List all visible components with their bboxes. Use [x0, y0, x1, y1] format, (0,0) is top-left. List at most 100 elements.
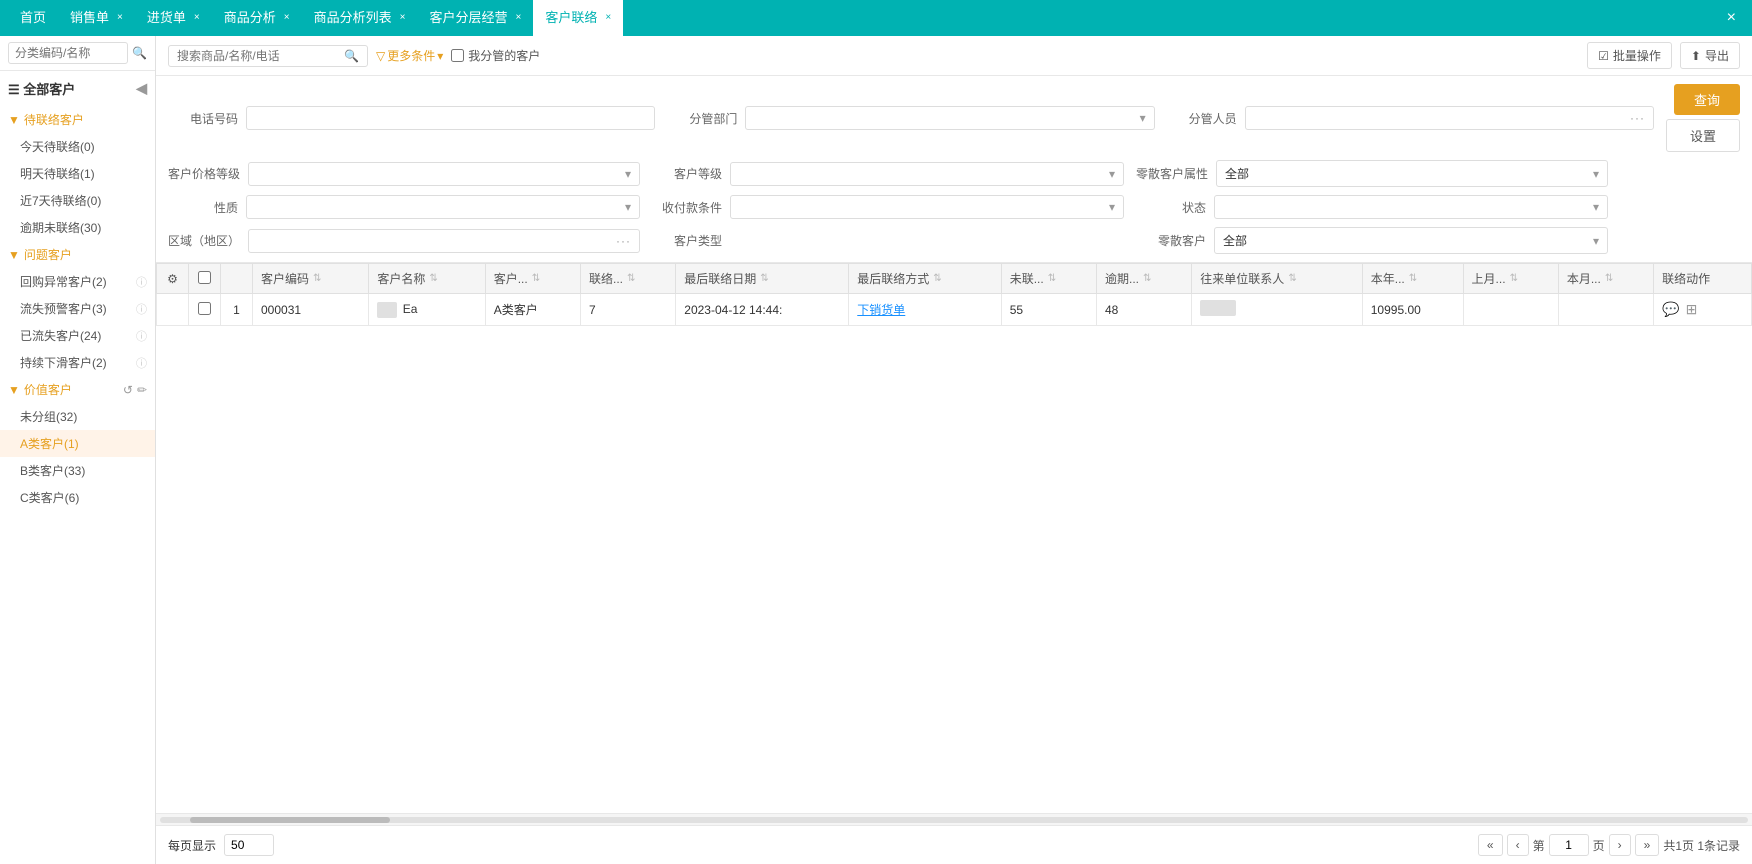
- table-settings-icon[interactable]: ⚙: [167, 272, 178, 286]
- row-year-amount: 10995.00: [1362, 294, 1463, 326]
- status-arrow-icon: ▾: [1593, 200, 1599, 214]
- cust-type-label: 客户类型: [652, 232, 722, 249]
- sort-contact-icon[interactable]: ⇅: [627, 273, 635, 284]
- close-segment-icon[interactable]: ×: [515, 0, 521, 36]
- sidebar-item-churned[interactable]: 已流失客户(24) ⓘ: [0, 322, 155, 349]
- sort-last-date-icon[interactable]: ⇅: [760, 273, 768, 284]
- close-product-analysis-icon[interactable]: ×: [284, 0, 290, 36]
- search-form: 电话号码 分管部门 ▾ 分管人员 ···: [156, 76, 1752, 263]
- sidebar-item-class-c[interactable]: C类客户(6): [0, 484, 155, 511]
- filter-my-customers[interactable]: 我分管的客户: [451, 47, 540, 64]
- cust-level-select[interactable]: ▾: [730, 162, 1124, 186]
- payment-select[interactable]: ▾: [730, 195, 1124, 219]
- sidebar-item-abnormal[interactable]: 回购异常客户(2) ⓘ: [0, 268, 155, 295]
- grid-action-icon[interactable]: ⊞: [1686, 301, 1698, 318]
- sort-code-icon[interactable]: ⇅: [313, 273, 321, 284]
- sidebar-item-churn-warning[interactable]: 流失预警客户(3) ⓘ: [0, 295, 155, 322]
- row-name: Ea: [369, 294, 485, 326]
- sidebar-section-pending[interactable]: ▼ 待联络客户: [0, 106, 155, 133]
- export-button[interactable]: ⬆ 导出: [1680, 42, 1740, 69]
- sidebar-section-problem[interactable]: ▼ 问题客户: [0, 241, 155, 268]
- info-icon-abnormal: ⓘ: [136, 274, 147, 290]
- nav-purchase[interactable]: 进货单 ×: [135, 0, 212, 36]
- first-page-button[interactable]: «: [1478, 834, 1503, 856]
- nav-product-list[interactable]: 商品分析列表 ×: [302, 0, 418, 36]
- next-page-button[interactable]: ›: [1609, 834, 1631, 856]
- chat-action-icon[interactable]: 💬: [1662, 301, 1679, 318]
- close-sales-icon[interactable]: ×: [117, 0, 123, 36]
- sidebar-search-input[interactable]: [8, 42, 128, 64]
- query-button[interactable]: 查询: [1674, 84, 1740, 115]
- sidebar-collapse-icon[interactable]: ◀: [136, 80, 147, 97]
- row-checkbox[interactable]: [198, 302, 211, 315]
- info-icon-churned: ⓘ: [136, 328, 147, 344]
- sidebar-all-customers[interactable]: ☰ 全部客户 ◀: [0, 71, 155, 106]
- status-label: 状态: [1136, 199, 1206, 216]
- nav-sales[interactable]: 销售单 ×: [58, 0, 135, 36]
- col-name: 客户名称 ⇅: [369, 264, 485, 294]
- nav-product-analysis[interactable]: 商品分析 ×: [212, 0, 302, 36]
- person-dots-icon: ···: [1630, 111, 1645, 125]
- retail-attr-select[interactable]: 全部 ▾: [1216, 160, 1608, 187]
- row-this-month: [1558, 294, 1653, 326]
- sidebar-item-7days[interactable]: 近7天待联络(0): [0, 187, 155, 214]
- sidebar-item-class-a[interactable]: A类客户(1): [0, 430, 155, 457]
- window-close-button[interactable]: ×: [1719, 9, 1744, 27]
- sidebar-item-declining[interactable]: 持续下滑客户(2) ⓘ: [0, 349, 155, 376]
- total-label: 共1页 1条记录: [1663, 837, 1740, 854]
- sidebar-item-today[interactable]: 今天待联络(0): [0, 133, 155, 160]
- close-contact-icon[interactable]: ×: [605, 0, 611, 36]
- setting-button[interactable]: 设置: [1666, 119, 1740, 152]
- refresh-icon[interactable]: ↺: [123, 383, 133, 397]
- nature-select[interactable]: ▾: [246, 195, 640, 219]
- close-product-list-icon[interactable]: ×: [400, 0, 406, 36]
- sort-overdue-icon[interactable]: ⇅: [1143, 273, 1151, 284]
- info-icon-declining: ⓘ: [136, 355, 147, 371]
- sidebar-item-overdue-contact[interactable]: 逾期未联络(30): [0, 214, 155, 241]
- sort-last-month-icon[interactable]: ⇅: [1510, 273, 1518, 284]
- edit-icon[interactable]: ✏: [137, 383, 147, 397]
- nav-customer-contact[interactable]: 客户联络 ×: [533, 0, 623, 36]
- col-last-method: 最后联络方式 ⇅: [849, 264, 1001, 294]
- page-num-input[interactable]: [1549, 834, 1589, 856]
- filter-search-icon[interactable]: 🔍: [344, 49, 359, 63]
- close-purchase-icon[interactable]: ×: [194, 0, 200, 36]
- my-customers-checkbox[interactable]: [451, 49, 464, 62]
- scrollbar-thumb[interactable]: [190, 817, 390, 823]
- sort-unit-contact-icon[interactable]: ⇅: [1288, 273, 1296, 284]
- prev-page-button[interactable]: ‹: [1507, 834, 1529, 856]
- sidebar-item-class-b[interactable]: B类客户(33): [0, 457, 155, 484]
- dept-select[interactable]: ▾: [745, 106, 1154, 130]
- sidebar-item-ungroup[interactable]: 未分组(32): [0, 403, 155, 430]
- sort-name-icon[interactable]: ⇅: [429, 273, 437, 284]
- price-level-select[interactable]: ▾: [248, 162, 640, 186]
- sort-type-icon[interactable]: ⇅: [532, 273, 540, 284]
- status-select[interactable]: ▾: [1214, 195, 1608, 219]
- person-label: 分管人员: [1167, 110, 1237, 127]
- sort-last-method-icon[interactable]: ⇅: [933, 273, 941, 284]
- horizontal-scrollbar[interactable]: [156, 813, 1752, 825]
- row-last-method[interactable]: 下销货单: [849, 294, 1001, 326]
- sort-this-month-icon[interactable]: ⇅: [1605, 273, 1613, 284]
- col-last-month: 上月... ⇅: [1463, 264, 1558, 294]
- sort-uncontact-icon[interactable]: ⇅: [1048, 273, 1056, 284]
- page-size-input[interactable]: [224, 834, 274, 856]
- sort-year-icon[interactable]: ⇅: [1409, 273, 1417, 284]
- batch-op-button[interactable]: ☑ 批量操作: [1587, 42, 1672, 69]
- footer-right: « ‹ 第 页 › » 共1页 1条记录: [1478, 834, 1740, 856]
- select-all-checkbox[interactable]: [198, 271, 211, 284]
- table-footer: 每页显示 « ‹ 第 页 › » 共1页 1条记录: [156, 825, 1752, 864]
- person-select[interactable]: ···: [1245, 106, 1654, 130]
- filter-search-input[interactable]: [177, 49, 340, 63]
- region-select[interactable]: ···: [248, 229, 640, 253]
- col-check: [189, 264, 221, 294]
- last-page-button[interactable]: »: [1635, 834, 1660, 856]
- nav-home[interactable]: 首页: [8, 0, 58, 36]
- sidebar: 🔍 ☰ 全部客户 ◀ ▼ 待联络客户 今天待联络(0) 明天待联络(1) 近7天…: [0, 36, 156, 864]
- nav-customer-segment[interactable]: 客户分层经营 ×: [417, 0, 533, 36]
- sidebar-item-tomorrow[interactable]: 明天待联络(1): [0, 160, 155, 187]
- retail-select[interactable]: 全部 ▾: [1214, 227, 1608, 254]
- sidebar-search-icon[interactable]: 🔍: [132, 46, 147, 60]
- filter-more-button[interactable]: ▽ 更多条件 ▾: [376, 47, 443, 64]
- phone-input[interactable]: [246, 106, 655, 130]
